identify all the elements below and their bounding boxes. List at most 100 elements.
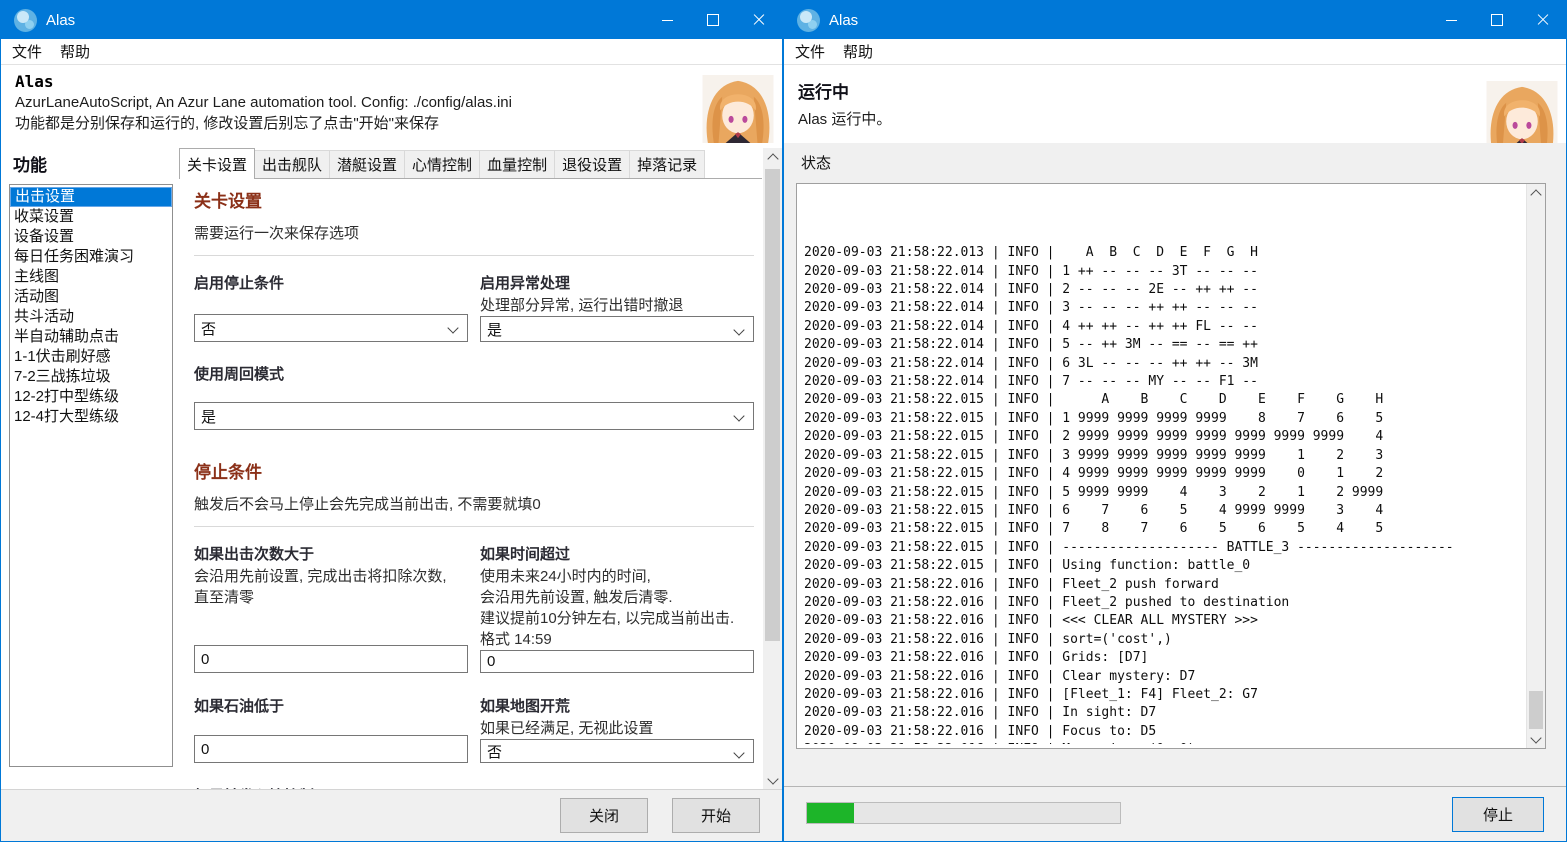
log-line: 2020-09-03 21:58:22.014 | INFO | 4 ++ ++… [804,318,1258,334]
log-line: 2020-09-03 21:58:22.015 | INFO | 6 7 6 5… [804,502,1384,518]
progress-fill [807,803,854,823]
app-logo-icon [14,8,37,32]
sidebar-item[interactable]: 设备设置 [10,227,172,247]
window-title: Alas [46,11,76,29]
log-line: 2020-09-03 21:58:22.015 | INFO | 3 9999 … [804,447,1384,463]
scroll-up-arrow[interactable] [1527,184,1545,201]
input-if-time-exceeds[interactable] [480,650,754,673]
sidebar-item[interactable]: 收菜设置 [10,207,172,227]
log-line: 2020-09-03 21:58:22.016 | INFO | Clear m… [804,668,1196,684]
sidebar-item[interactable]: 半自动辅助点击 [10,327,172,347]
input-if-oil-below[interactable] [194,735,468,763]
settings-footer: 关闭 开始 [1,789,782,841]
titlebar: Alas [784,1,1566,39]
settings-window: Alas 文件 帮助 Alas AzurLaneAutoScript, An A… [0,0,783,842]
window-controls [1428,1,1566,39]
close-window-button[interactable]: 关闭 [560,798,648,833]
minimize-button[interactable] [1428,1,1474,39]
log-scrollbar[interactable] [1526,184,1545,748]
dropdown-enable-exception-handling[interactable]: 是 [480,316,754,342]
sidebar-item[interactable]: 共斗活动 [10,307,172,327]
header: Alas AzurLaneAutoScript, An Azur Lane au… [1,72,782,150]
sidebar-item[interactable]: 出击设置 [10,187,172,207]
sidebar-item[interactable]: 每日任务困难演习 [10,247,172,267]
window-controls [644,1,782,39]
log-line: 2020-09-03 21:58:22.016 | INFO | sort=('… [804,631,1172,647]
log-line: 2020-09-03 21:58:22.015 | INFO | 2 9999 … [804,429,1384,445]
sidebar-item[interactable]: 1-1伏击刷好感 [10,347,172,367]
menu-item-file[interactable]: 文件 [786,41,834,62]
settings-body: 功能 出击设置 收菜设置 设备设置 每日任务困难演习 主线图 活动图 共斗活动 半自动辅助点击… [1,143,782,789]
chevron-up-icon [1530,188,1542,201]
input-if-sortie-count-greater[interactable] [194,645,468,673]
dropdown-value: 是 [201,408,217,426]
field-label: 如果出击次数大于 [194,546,315,563]
maximize-button[interactable] [1474,1,1520,39]
dropdown-enable-stop-condition[interactable]: 否 [194,314,468,342]
run-status-subtitle: Alas 运行中。 [798,111,892,128]
dropdown-use-loop-mode[interactable]: 是 [194,402,754,430]
log-body: 状态 2020-09-03 21:58:22.013 | INFO | A B … [784,143,1566,787]
menubar: 文件 帮助 [1,39,782,65]
divider [194,526,754,527]
dropdown-value: 否 [201,320,217,338]
chevron-down-icon [447,322,459,334]
chevron-up-icon [766,152,779,165]
stop-button[interactable]: 停止 [1452,797,1544,832]
dropdown-value: 否 [487,743,503,761]
field-label: 启用异常处理 [480,275,571,292]
log-line: 2020-09-03 21:58:22.015 | INFO | 1 9999 … [804,410,1384,426]
log-line: 2020-09-03 21:58:22.016 | INFO | Grids: … [804,650,1149,666]
chevron-down-icon [733,324,745,336]
log-window: Alas 文件 帮助 运行中 Alas 运行中。 状态 2020-09-03 2… [783,0,1567,842]
app-note: 功能都是分别保存和运行的, 修改设置后别忘了点击"开始"来保存 [15,115,439,132]
field-desc: 会沿用先前设置, 完成出击将扣除次数, 直至清零 [194,568,447,606]
sidebar-item[interactable]: 7-2三战拣垃圾 [10,367,172,387]
sidebar-item[interactable]: 活动图 [10,287,172,307]
log-line: 2020-09-03 21:58:22.015 | INFO | Using f… [804,558,1251,574]
scroll-thumb[interactable] [1529,691,1543,729]
dropdown-if-map-exploration[interactable]: 否 [480,739,754,763]
field-label: 使用周回模式 [194,366,285,383]
sidebar-item[interactable]: 12-4打大型练级 [10,407,172,427]
close-icon [753,14,765,26]
menu-item-file[interactable]: 文件 [3,41,51,62]
scroll-down-arrow[interactable] [1527,731,1545,748]
menubar: 文件 帮助 [784,39,1566,65]
settings-scrollbar[interactable] [763,148,782,789]
log-line: 2020-09-03 21:58:22.015 | INFO | 7 8 7 6… [804,521,1384,537]
maximize-button[interactable] [690,1,736,39]
scroll-up-arrow[interactable] [763,148,782,165]
menu-item-help[interactable]: 帮助 [51,41,99,62]
close-button[interactable] [1520,1,1566,39]
log-footer: 停止 [784,786,1566,841]
section-subtitle: 触发后不会马上停止会先完成当前出击, 不需要就填0 [194,496,541,513]
log-line: 2020-09-03 21:58:22.015 | INFO | A B C D… [804,392,1384,408]
log-line: 2020-09-03 21:58:22.016 | INFO | Fleet_2… [804,576,1219,592]
scroll-thumb[interactable] [765,169,780,641]
log-line: 2020-09-03 21:58:22.016 | INFO | In sigh… [804,705,1157,721]
log-box[interactable]: 2020-09-03 21:58:22.013 | INFO | A B C D… [796,183,1546,749]
sidebar-item[interactable]: 主线图 [10,267,172,287]
divider [194,255,754,256]
run-status-title: 运行中 [798,83,849,102]
field-label: 如果石油低于 [194,698,285,715]
start-button[interactable]: 开始 [672,798,760,833]
tab[interactable]: 关卡设置 [179,148,256,179]
close-button[interactable] [736,1,782,39]
log-line: 2020-09-03 21:58:22.014 | INFO | 7 -- --… [804,374,1258,390]
log-line: 2020-09-03 21:58:22.016 | INFO | [Fleet_… [804,686,1258,702]
sidebar-item[interactable]: 12-2打中型练级 [10,387,172,407]
section-heading-stop: 停止条件 [194,463,262,482]
minimize-icon [661,19,673,21]
log-line: 2020-09-03 21:58:22.014 | INFO | 3 -- --… [804,300,1258,316]
field-desc: 使用未来24小时内的时间, 会沿用先前设置, 触发后清零. 建议提前10分钟左右… [480,568,735,648]
minimize-button[interactable] [644,1,690,39]
section-heading-stage: 关卡设置 [194,192,262,211]
field-label: 如果地图开荒 [480,698,571,715]
menu-item-help[interactable]: 帮助 [834,41,882,62]
function-listbox: 出击设置 收菜设置 设备设置 每日任务困难演习 主线图 活动图 共斗活动 半自动辅助点击 1-1… [9,184,173,767]
scroll-down-arrow[interactable] [763,772,782,789]
log-line: 2020-09-03 21:58:22.014 | INFO | 1 ++ --… [804,263,1258,279]
app-description: AzurLaneAutoScript, An Azur Lane automat… [15,94,512,111]
